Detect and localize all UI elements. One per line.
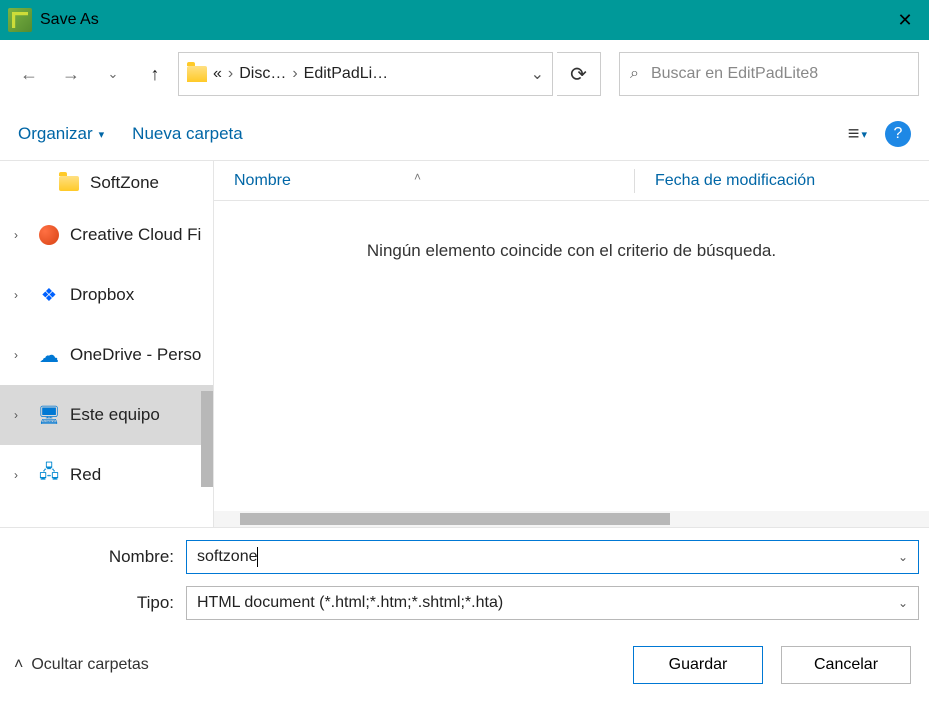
titlebar: Save As ✕ (0, 0, 929, 40)
expander-icon[interactable]: › (14, 348, 28, 362)
column-label: Nombre (234, 172, 291, 189)
folder-icon (187, 66, 207, 82)
sidebar-item-este-equipo[interactable]: › 🖥 Este equipo (0, 385, 213, 445)
sidebar-scrollbar[interactable] (201, 391, 213, 487)
organize-menu[interactable]: Organizar ▾ (18, 124, 104, 144)
history-dropdown[interactable]: ⌄ (94, 55, 132, 93)
filename-dropdown[interactable]: ⌄ (898, 550, 908, 564)
filetype-value: HTML document (*.html;*.htm;*.shtml;*.ht… (197, 594, 503, 612)
breadcrumb[interactable]: « › Disc… › EditPadLi… (213, 65, 525, 83)
filetype-dropdown[interactable]: ⌄ (898, 596, 908, 610)
sidebar-item-label: Este equipo (70, 405, 160, 425)
cancel-button[interactable]: Cancelar (781, 646, 911, 684)
sidebar-item-label: Dropbox (70, 285, 134, 305)
app-icon (8, 8, 32, 32)
list-view-icon: ≡ (848, 123, 858, 146)
folder-icon (58, 172, 80, 194)
up-button[interactable]: ↑ (136, 55, 174, 93)
network-icon: 🖧 (38, 464, 60, 486)
breadcrumb-bar[interactable]: « › Disc… › EditPadLi… ⌄ (178, 52, 553, 96)
expander-icon[interactable]: › (14, 408, 28, 422)
chevron-up-icon: ˄ (14, 656, 23, 674)
breadcrumb-segment[interactable]: Disc… (239, 65, 286, 83)
pc-icon: 🖥 (38, 404, 60, 426)
toolbar: Organizar ▾ Nueva carpeta ≡ ▾ ? (0, 108, 929, 160)
actions-row: ˄ Ocultar carpetas Guardar Cancelar (0, 626, 929, 684)
chevron-right-icon: › (228, 65, 233, 83)
filetype-row: Tipo: HTML document (*.html;*.htm;*.shtm… (0, 580, 929, 626)
sidebar-item-dropbox[interactable]: › ❖ Dropbox (0, 265, 213, 325)
sidebar-item-label: SoftZone (90, 173, 159, 193)
close-button[interactable]: ✕ (889, 4, 921, 36)
column-header-modified[interactable]: Fecha de modificación (635, 172, 835, 190)
breadcrumb-segment[interactable]: EditPadLi… (304, 65, 389, 83)
search-box[interactable]: ⌕ (619, 52, 919, 96)
chevron-right-icon: › (292, 65, 297, 83)
column-headers: Nombre ˄ Fecha de modificación (214, 161, 929, 201)
sort-asc-icon: ˄ (414, 170, 421, 184)
filename-row: Nombre: softzone ⌄ (0, 534, 929, 580)
refresh-button[interactable]: ⟳ (557, 52, 601, 96)
breadcrumb-overflow[interactable]: « (213, 65, 222, 83)
column-header-name[interactable]: Nombre ˄ (214, 172, 634, 190)
expander-icon[interactable]: › (14, 228, 28, 242)
filetype-select[interactable]: HTML document (*.html;*.htm;*.shtml;*.ht… (186, 586, 919, 620)
sidebar-item-softzone[interactable]: SoftZone (0, 161, 213, 205)
file-list-pane: Nombre ˄ Fecha de modificación Ningún el… (213, 161, 929, 527)
help-button[interactable]: ? (885, 121, 911, 147)
scroll-thumb[interactable] (240, 513, 670, 525)
filetype-label: Tipo: (10, 593, 186, 613)
body: SoftZone › Creative Cloud Fi › ❖ Dropbox… (0, 160, 929, 527)
hide-folders-toggle[interactable]: ˄ Ocultar carpetas (14, 656, 149, 674)
sidebar-item-red[interactable]: › 🖧 Red (0, 445, 213, 505)
horizontal-scrollbar[interactable] (214, 511, 929, 527)
organize-label: Organizar (18, 124, 93, 144)
new-folder-button[interactable]: Nueva carpeta (132, 124, 243, 144)
search-icon: ⌕ (630, 65, 639, 83)
footer: Nombre: softzone ⌄ Tipo: HTML document (… (0, 527, 929, 702)
sidebar-item-onedrive[interactable]: › ☁ OneDrive - Perso (0, 325, 213, 385)
expander-icon[interactable]: › (14, 468, 28, 482)
creative-cloud-icon (38, 224, 60, 246)
sidebar-item-label: Red (70, 465, 101, 485)
navigation-row: ← → ⌄ ↑ « › Disc… › EditPadLi… ⌄ ⟳ ⌕ (0, 40, 929, 108)
chevron-down-icon: ▾ (99, 128, 105, 141)
filename-input-combo[interactable]: softzone ⌄ (186, 540, 919, 574)
dropbox-icon: ❖ (38, 284, 60, 306)
empty-message: Ningún elemento coincide con el criterio… (214, 201, 929, 511)
path-dropdown[interactable]: ⌄ (531, 64, 544, 84)
sidebar-item-label: OneDrive - Perso (70, 345, 201, 365)
hide-folders-label: Ocultar carpetas (31, 656, 148, 674)
sidebar-item-label: Creative Cloud Fi (70, 225, 201, 245)
filename-label: Nombre: (10, 547, 186, 567)
view-options-button[interactable]: ≡ ▾ (848, 123, 867, 146)
search-input[interactable] (649, 64, 908, 84)
onedrive-icon: ☁ (38, 344, 60, 366)
filename-value[interactable]: softzone (197, 548, 257, 566)
sidebar: SoftZone › Creative Cloud Fi › ❖ Dropbox… (0, 161, 213, 527)
forward-button: → (52, 55, 90, 93)
text-cursor (257, 547, 258, 567)
window-title: Save As (40, 11, 889, 29)
sidebar-item-creative-cloud[interactable]: › Creative Cloud Fi (0, 205, 213, 265)
back-button[interactable]: ← (10, 55, 48, 93)
save-button[interactable]: Guardar (633, 646, 763, 684)
chevron-down-icon: ▾ (861, 128, 867, 141)
expander-icon[interactable]: › (14, 288, 28, 302)
